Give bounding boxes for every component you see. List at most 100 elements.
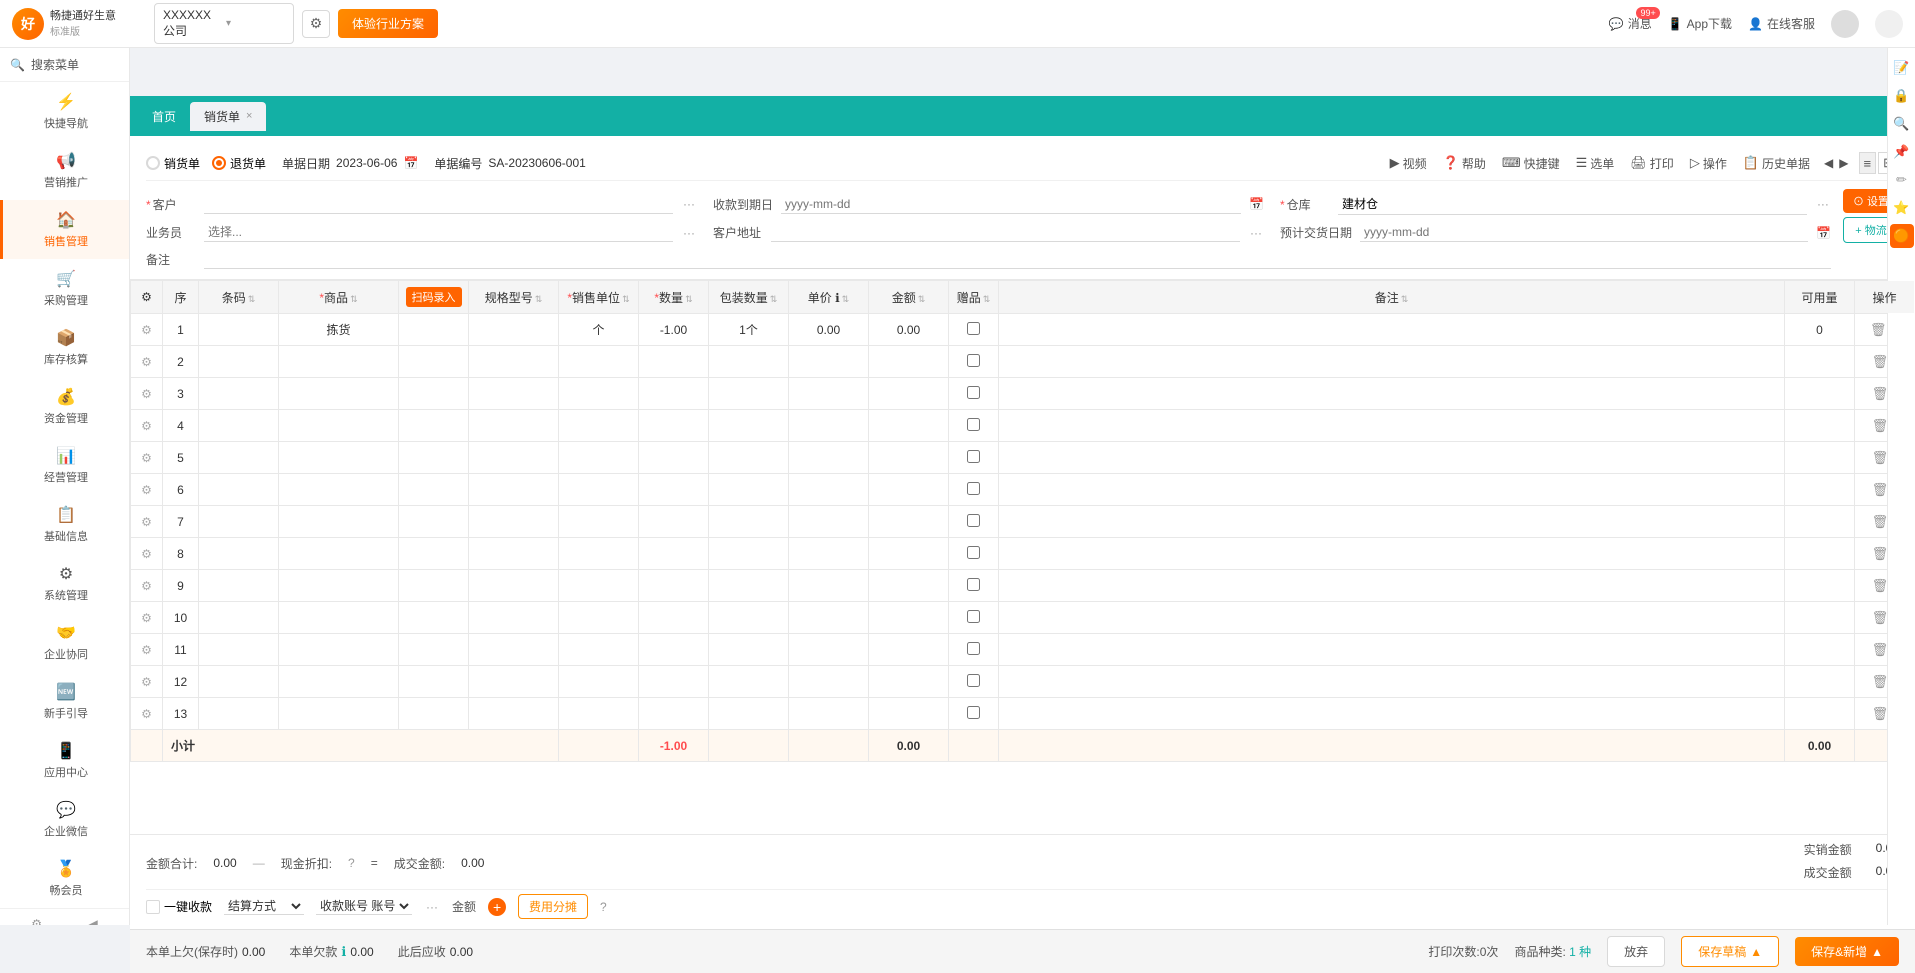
- due-date-input[interactable]: [785, 197, 1237, 211]
- nav-prev-icon[interactable]: ◀: [1822, 154, 1835, 172]
- sidebar-item-basic-info[interactable]: 📋 基础信息: [0, 495, 129, 554]
- row-delete-icon-7[interactable]: 🗑: [1872, 514, 1889, 529]
- due-date-wrapper[interactable]: [781, 195, 1241, 214]
- settings-btn[interactable]: ⚙: [302, 10, 330, 38]
- expected-date-picker-icon[interactable]: 📅: [1816, 226, 1831, 240]
- addr-dots-btn[interactable]: ···: [1248, 224, 1264, 242]
- rsp-star-icon[interactable]: ⭐: [1890, 196, 1914, 220]
- sidebar-collapse-icon[interactable]: ◀: [89, 917, 98, 925]
- rsp-pin-icon[interactable]: 📌: [1890, 140, 1914, 164]
- sidebar-item-capital[interactable]: 💰 资金管理: [0, 377, 129, 436]
- tab-sale-order[interactable]: 销货单 ×: [190, 102, 266, 131]
- salesperson-wrapper[interactable]: [204, 223, 673, 242]
- select-order-btn[interactable]: ☰ 选单: [1572, 153, 1619, 174]
- help-btn[interactable]: ❓ 帮助: [1439, 153, 1490, 174]
- trial-button[interactable]: 体验行业方案: [338, 9, 438, 38]
- sidebar-item-system[interactable]: ⚙ 系统管理: [0, 554, 129, 613]
- col-qty-header[interactable]: *数量⇅: [639, 281, 709, 314]
- row-settings-1[interactable]: ⚙: [131, 314, 163, 346]
- customer-addr-wrapper[interactable]: [771, 223, 1240, 242]
- view-list-btn[interactable]: ≡: [1859, 152, 1877, 174]
- expense-help-icon[interactable]: ?: [600, 900, 607, 914]
- message-icon-item[interactable]: 💬 消息 99+: [1609, 15, 1652, 32]
- col-price-header[interactable]: 单价 ℹ⇅: [789, 281, 869, 314]
- shortcut-btn[interactable]: ⌨ 快捷键: [1498, 153, 1564, 174]
- sidebar-item-inventory[interactable]: 📦 库存核算: [0, 318, 129, 377]
- rsp-edit-icon[interactable]: ✏: [1890, 168, 1914, 192]
- row-delete-icon-3[interactable]: 🗑: [1872, 386, 1889, 401]
- payment-account-select[interactable]: 收款账号 账号: [316, 898, 412, 915]
- radio-return[interactable]: 退货单: [212, 155, 266, 172]
- row-delete-icon-13[interactable]: 🗑: [1872, 706, 1889, 721]
- row-spec-1[interactable]: [469, 314, 559, 346]
- row-unit-1[interactable]: 个: [559, 314, 639, 346]
- sidebar-item-sales[interactable]: 🏠 销售管理: [0, 200, 129, 259]
- col-amount-header[interactable]: 金额⇅: [869, 281, 949, 314]
- sidebar-item-purchase[interactable]: 🛒 采购管理: [0, 259, 129, 318]
- row-pack-1[interactable]: 1个: [709, 314, 789, 346]
- payment-method-select[interactable]: 结算方式: [224, 898, 304, 915]
- print-btn[interactable]: 🖨 打印: [1626, 153, 1678, 174]
- total-due-icon[interactable]: ℹ: [341, 944, 346, 960]
- customer-input-wrapper[interactable]: [204, 195, 673, 214]
- save-new-btn[interactable]: 保存&新增 ▲: [1795, 937, 1899, 966]
- save-draft-btn[interactable]: 保存草稿 ▲: [1681, 936, 1779, 967]
- row-delete-icon-1[interactable]: 🗑: [1870, 322, 1887, 337]
- col-barcode-header[interactable]: 条码⇅: [199, 281, 279, 314]
- company-selector[interactable]: XXXXXX公司 ▾: [154, 3, 294, 44]
- row-delete-icon-12[interactable]: 🗑: [1872, 674, 1889, 689]
- due-date-picker-icon[interactable]: 📅: [1249, 197, 1264, 211]
- warehouse-dots-btn[interactable]: ···: [1815, 195, 1831, 213]
- history-btn[interactable]: 📋 历史单据: [1739, 153, 1814, 174]
- row-amount-1[interactable]: 0.00: [869, 314, 949, 346]
- nav-next-icon[interactable]: ▶: [1837, 154, 1850, 172]
- row-goods-1[interactable]: 拣货: [279, 314, 399, 346]
- sidebar-item-quick-nav[interactable]: ⚡ 快捷导航: [0, 82, 129, 141]
- row-delete-icon-9[interactable]: 🗑: [1872, 578, 1889, 593]
- row-gift-1[interactable]: [949, 314, 999, 346]
- user-avatar-2[interactable]: [1875, 10, 1903, 38]
- col-pack-header[interactable]: 包装数量⇅: [709, 281, 789, 314]
- sidebar-item-app-center[interactable]: 📱 应用中心: [0, 731, 129, 790]
- rsp-lock-icon[interactable]: 🔒: [1890, 84, 1914, 108]
- warehouse-wrapper[interactable]: 建材仓: [1338, 193, 1807, 215]
- account-dots-btn[interactable]: ···: [424, 898, 440, 916]
- row-delete-icon-4[interactable]: 🗑: [1872, 418, 1889, 433]
- radio-sale[interactable]: 销货单: [146, 155, 200, 172]
- remark-wrapper[interactable]: [204, 250, 1831, 269]
- sidebar-settings-icon[interactable]: ⚙: [31, 917, 42, 925]
- expense-split-btn[interactable]: 费用分摊: [518, 894, 588, 919]
- row-price-1[interactable]: 0.00: [789, 314, 869, 346]
- sidebar-item-marketing[interactable]: 📢 营销推广: [0, 141, 129, 200]
- row-delete-icon-8[interactable]: 🗑: [1872, 546, 1889, 561]
- row-qty-1[interactable]: -1.00: [639, 314, 709, 346]
- video-btn[interactable]: ▶ 视频: [1386, 153, 1431, 174]
- customer-dots-btn[interactable]: ···: [681, 195, 697, 213]
- tab-home[interactable]: 首页: [138, 102, 190, 131]
- date-picker-icon[interactable]: 📅: [403, 156, 418, 170]
- sidebar-item-newbie[interactable]: 🆕 新手引导: [0, 672, 129, 731]
- col-goods-header[interactable]: *商品⇅: [279, 281, 399, 314]
- add-payment-btn[interactable]: +: [488, 898, 506, 916]
- row-barcode-1[interactable]: [199, 314, 279, 346]
- row-delete-icon-10[interactable]: 🗑: [1872, 610, 1889, 625]
- rsp-active-icon[interactable]: 🟠: [1890, 224, 1914, 248]
- expected-date-wrapper[interactable]: [1360, 223, 1808, 242]
- online-service-item[interactable]: 👤 在线客服: [1748, 15, 1815, 32]
- rsp-note-icon[interactable]: 📝: [1890, 56, 1914, 80]
- col-settings-header[interactable]: ⚙: [131, 281, 163, 314]
- expected-date-input[interactable]: [1364, 225, 1804, 239]
- customer-input[interactable]: [208, 197, 669, 211]
- row-delete-icon-2[interactable]: 🗑: [1872, 354, 1889, 369]
- col-spec-header[interactable]: 规格型号⇅: [469, 281, 559, 314]
- col-unit-header[interactable]: *销售单位⇅: [559, 281, 639, 314]
- customer-addr-input[interactable]: [775, 225, 1236, 239]
- scan-btn[interactable]: 扫码录入: [406, 287, 462, 307]
- salesperson-input[interactable]: [208, 225, 669, 239]
- user-avatar[interactable]: [1831, 10, 1859, 38]
- sidebar-item-wechat[interactable]: 💬 企业微信: [0, 790, 129, 849]
- goods-count-value[interactable]: 1 种: [1569, 945, 1591, 959]
- discount-info-icon[interactable]: ?: [348, 856, 355, 870]
- tab-close-icon[interactable]: ×: [246, 110, 252, 122]
- one-click-payment-checkbox[interactable]: 一键收款: [146, 898, 212, 915]
